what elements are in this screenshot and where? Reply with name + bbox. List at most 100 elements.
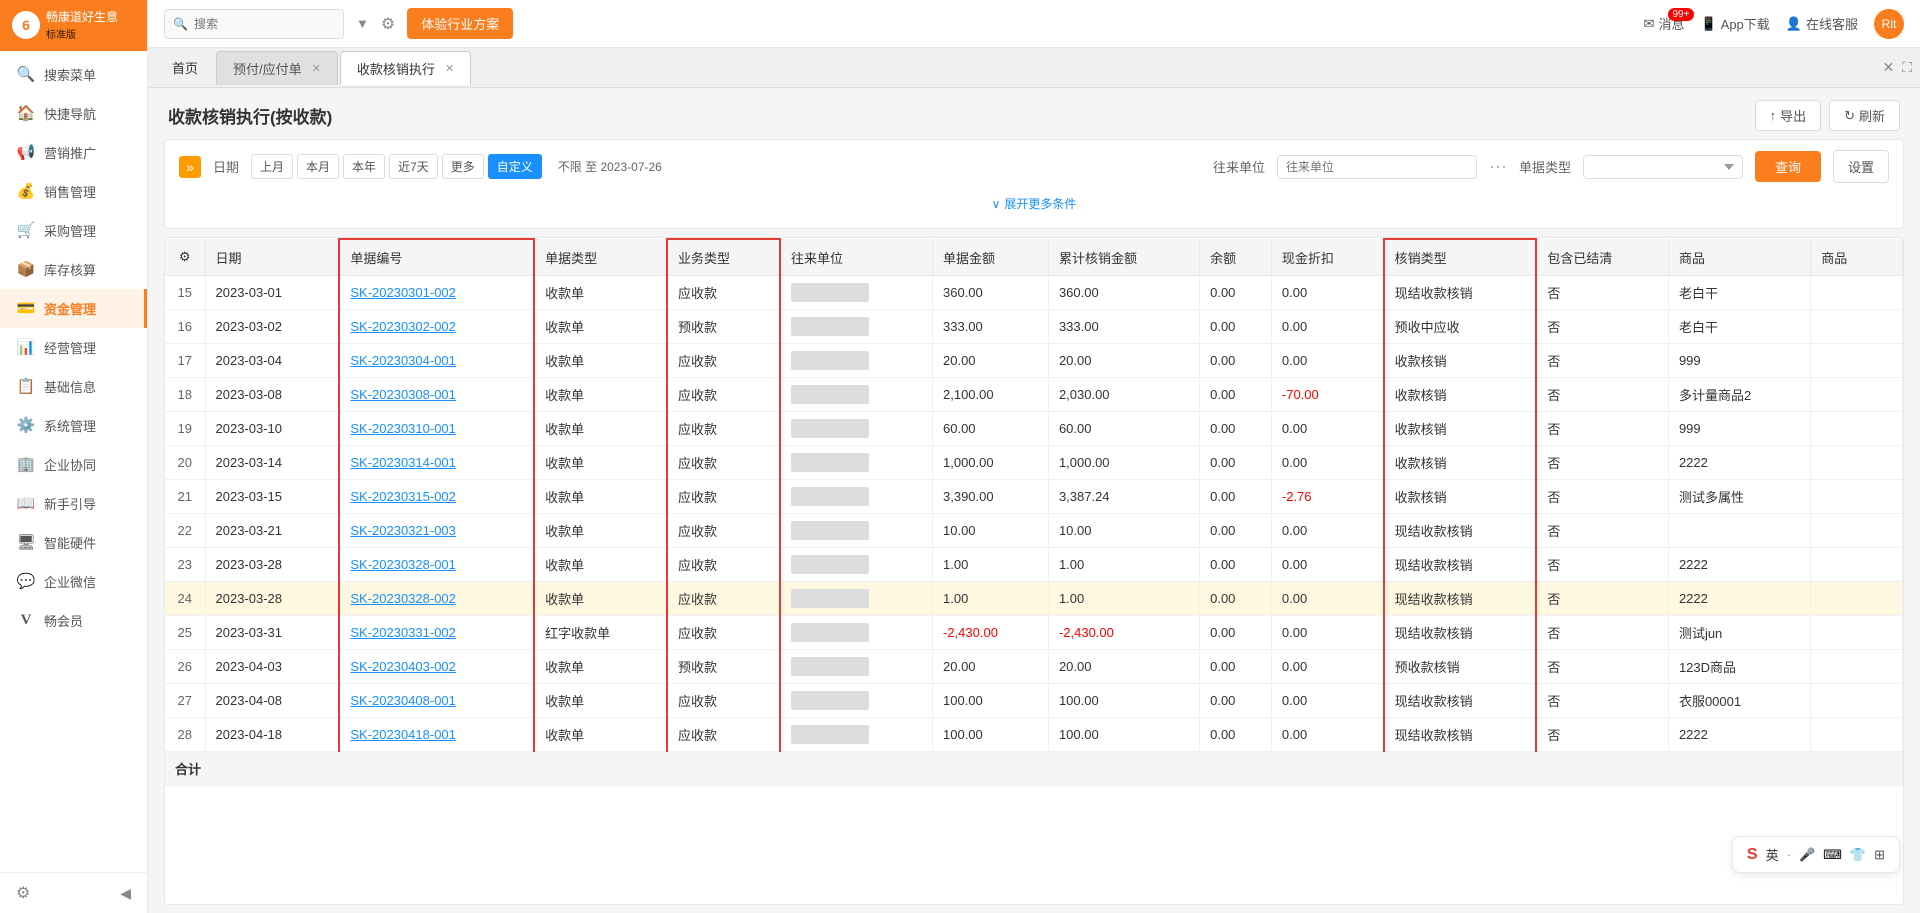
last-month-button[interactable]: 上月 bbox=[251, 154, 293, 179]
service-btn[interactable]: 👤 在线客服 bbox=[1786, 14, 1858, 33]
cell-total-cancel: 2,030.00 bbox=[1048, 378, 1199, 412]
cell-no: 17 bbox=[165, 344, 205, 378]
sidebar-item-purchase[interactable]: 🛒 采购管理 bbox=[0, 211, 147, 250]
tab-home[interactable]: 首页 bbox=[156, 51, 214, 85]
user-avatar[interactable]: Rit bbox=[1874, 9, 1904, 39]
bill-no-link[interactable]: SK-20230310-001 bbox=[350, 421, 456, 436]
cell-no: 15 bbox=[165, 276, 205, 310]
sidebar-item-label: 企业微信 bbox=[44, 572, 96, 591]
col-goods2: 商品 bbox=[1811, 239, 1903, 276]
search-input[interactable] bbox=[194, 17, 335, 31]
sidebar-item-guide[interactable]: 📖 新手引导 bbox=[0, 484, 147, 523]
cell-amount: 1.00 bbox=[933, 582, 1049, 616]
sidebar-item-system[interactable]: ⚙️ 系统管理 bbox=[0, 406, 147, 445]
col-biz-type: 业务类型 bbox=[667, 239, 780, 276]
this-month-button[interactable]: 本月 bbox=[297, 154, 339, 179]
message-btn[interactable]: ✉ 消息 99+ bbox=[1644, 14, 1685, 33]
toolbar-text: 英 bbox=[1766, 845, 1779, 864]
bill-no-link[interactable]: SK-20230403-002 bbox=[350, 659, 456, 674]
cell-amount: 333.00 bbox=[933, 310, 1049, 344]
bill-no-link[interactable]: SK-20230418-001 bbox=[350, 727, 456, 742]
sidebar-item-search[interactable]: 🔍 搜索菜单 bbox=[0, 55, 147, 94]
date-filter-buttons: 上月 本月 本年 近7天 更多 自定义 bbox=[251, 154, 542, 179]
cell-partner: ██ bbox=[780, 514, 933, 548]
sidebar-item-member[interactable]: V 畅会员 bbox=[0, 601, 147, 640]
bill-no-link[interactable]: SK-20230314-001 bbox=[350, 455, 456, 470]
cell-partner: ██ bbox=[780, 276, 933, 310]
sidebar-item-operate[interactable]: 📊 经营管理 bbox=[0, 328, 147, 367]
bill-type-select[interactable] bbox=[1583, 155, 1743, 179]
table-row: 15 2023-03-01 SK-20230301-002 收款单 应收款 ██… bbox=[165, 276, 1903, 310]
cell-goods: 测试多属性 bbox=[1668, 480, 1810, 514]
bill-no-link[interactable]: SK-20230321-003 bbox=[350, 523, 456, 538]
bill-no-link[interactable]: SK-20230301-002 bbox=[350, 285, 456, 300]
tab-prepay-close[interactable]: ✕ bbox=[312, 62, 321, 75]
collapse-icon[interactable]: ◀ bbox=[120, 885, 131, 902]
partner-input[interactable] bbox=[1277, 155, 1477, 179]
more-button[interactable]: 更多 bbox=[442, 154, 484, 179]
mic-icon[interactable]: 🎤 bbox=[1799, 847, 1815, 863]
cell-balance: 0.00 bbox=[1200, 378, 1272, 412]
bill-no-link[interactable]: SK-20230408-001 bbox=[350, 693, 456, 708]
cell-bill-no: SK-20230304-001 bbox=[339, 344, 534, 378]
tab-receipt-close[interactable]: ✕ bbox=[445, 62, 454, 75]
operate-icon: 📊 bbox=[16, 338, 36, 356]
shirt-icon[interactable]: 👕 bbox=[1850, 847, 1866, 863]
gear-settings-icon[interactable]: ⚙ bbox=[381, 14, 395, 34]
table-footer-row: 合计 bbox=[165, 752, 1903, 786]
dropdown-icon[interactable]: ▼ bbox=[356, 16, 369, 31]
bill-no-link[interactable]: SK-20230315-002 bbox=[350, 489, 456, 504]
tab-prepay-label: 预付/应付单 bbox=[233, 59, 302, 78]
data-table-container: ⚙ 日期 单据编号 单据类型 业务类型 往来单位 单据金额 累计核销金额 余额 … bbox=[164, 237, 1904, 905]
bill-no-link[interactable]: SK-20230302-002 bbox=[350, 319, 456, 334]
bill-no-link[interactable]: SK-20230331-002 bbox=[350, 625, 456, 640]
sidebar-item-sales[interactable]: 💰 销售管理 bbox=[0, 172, 147, 211]
cell-no: 24 bbox=[165, 582, 205, 616]
sidebar-item-label: 基础信息 bbox=[44, 377, 96, 396]
cell-total-cancel: 333.00 bbox=[1048, 310, 1199, 344]
sidebar-item-fund[interactable]: 💳 资金管理 bbox=[0, 289, 147, 328]
export-button[interactable]: ↑ 导出 bbox=[1755, 100, 1822, 131]
table-row: 17 2023-03-04 SK-20230304-001 收款单 应收款 ██… bbox=[165, 344, 1903, 378]
copy-icon[interactable]: ⊞ bbox=[1874, 847, 1885, 863]
cell-include-cleared: 否 bbox=[1536, 480, 1668, 514]
app-download-btn[interactable]: 📱 App下载 bbox=[1700, 14, 1769, 33]
bill-no-link[interactable]: SK-20230304-001 bbox=[350, 353, 456, 368]
tab-receipt[interactable]: 收款核销执行 ✕ bbox=[340, 51, 471, 85]
cell-bill-no: SK-20230403-002 bbox=[339, 650, 534, 684]
tab-expand-button[interactable]: ⛶ bbox=[1902, 59, 1912, 76]
sidebar-item-quick[interactable]: 🏠 快捷导航 bbox=[0, 94, 147, 133]
keyboard-icon[interactable]: ⌨ bbox=[1823, 847, 1842, 863]
custom-button[interactable]: 自定义 bbox=[488, 154, 542, 179]
query-button[interactable]: 查询 bbox=[1755, 151, 1821, 182]
tab-close-all-button[interactable]: ✕ bbox=[1882, 59, 1894, 76]
sidebar-item-wechat[interactable]: 💬 企业微信 bbox=[0, 562, 147, 601]
settings-icon[interactable]: ⚙ bbox=[16, 883, 30, 903]
last7-button[interactable]: 近7天 bbox=[389, 154, 438, 179]
sidebar-item-hardware[interactable]: 🖥 智能硬件 bbox=[0, 523, 147, 562]
sidebar-item-inventory[interactable]: 📦 库存核算 bbox=[0, 250, 147, 289]
cell-discount: 0.00 bbox=[1271, 718, 1383, 752]
refresh-button[interactable]: ↻ 刷新 bbox=[1829, 100, 1900, 131]
cell-bill-type: 收款单 bbox=[534, 276, 667, 310]
bill-no-link[interactable]: SK-20230328-001 bbox=[350, 557, 456, 572]
filter-expand-row[interactable]: ∨ 展开更多条件 bbox=[179, 189, 1889, 218]
sidebar-item-label: 系统管理 bbox=[44, 416, 96, 435]
cell-balance: 0.00 bbox=[1200, 276, 1272, 310]
tab-bar: 首页 预付/应付单 ✕ 收款核销执行 ✕ ✕ ⛶ bbox=[148, 48, 1920, 88]
tab-prepay[interactable]: 预付/应付单 ✕ bbox=[216, 51, 338, 85]
setting-button[interactable]: 设置 bbox=[1833, 150, 1889, 183]
bill-no-link[interactable]: SK-20230328-002 bbox=[350, 591, 456, 606]
sidebar-item-basic[interactable]: 📋 基础信息 bbox=[0, 367, 147, 406]
cell-partner: ██ bbox=[780, 582, 933, 616]
sidebar-item-marketing[interactable]: 📢 营销推广 bbox=[0, 133, 147, 172]
this-year-button[interactable]: 本年 bbox=[343, 154, 385, 179]
guide-icon: 📖 bbox=[16, 494, 36, 512]
bill-no-link[interactable]: SK-20230308-001 bbox=[350, 387, 456, 402]
sidebar-item-enterprise[interactable]: 🏢 企业协同 bbox=[0, 445, 147, 484]
solution-button[interactable]: 体验行业方案 bbox=[407, 8, 513, 39]
filter-toggle-button[interactable]: » bbox=[179, 156, 201, 178]
table-row: 28 2023-04-18 SK-20230418-001 收款单 应收款 ██… bbox=[165, 718, 1903, 752]
col-setting[interactable]: ⚙ bbox=[165, 239, 205, 276]
cell-goods2 bbox=[1811, 480, 1903, 514]
